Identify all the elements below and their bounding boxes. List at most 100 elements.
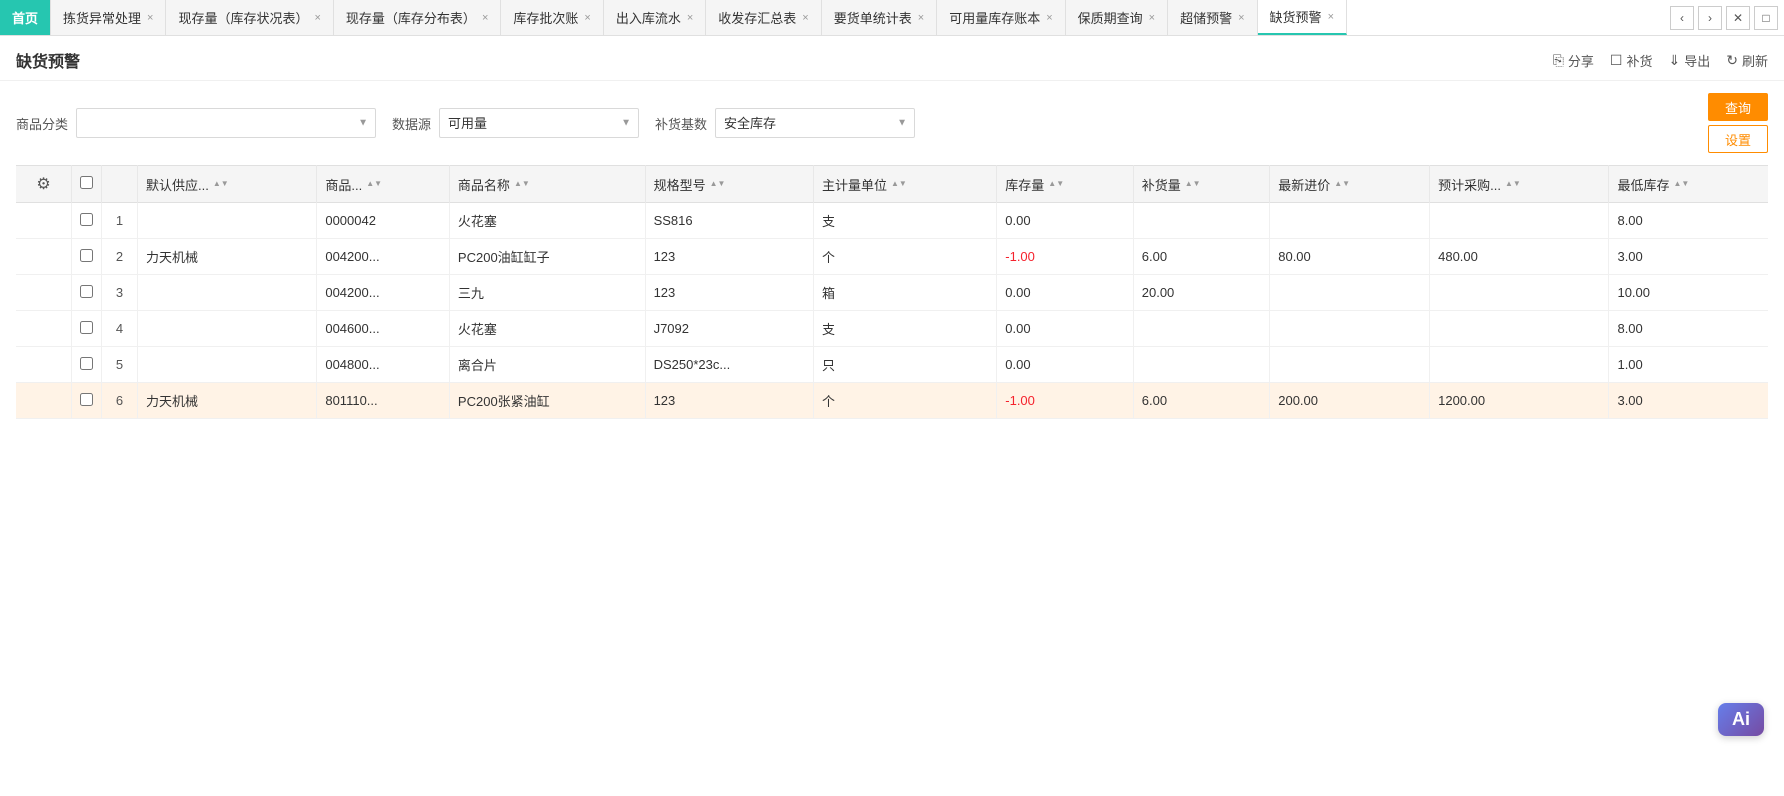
tab-3-close[interactable]: ×	[482, 12, 488, 24]
export-button[interactable]: ⇓ 导出	[1669, 51, 1711, 70]
col-header-latest-price[interactable]: 最新进价 ▲▼	[1270, 166, 1430, 203]
row-product-name: 三九	[449, 275, 645, 311]
col-product-code-label: 商品...	[325, 175, 362, 194]
sort-min-stock[interactable]: 最低库存 ▲▼	[1617, 175, 1689, 194]
sort-product-name[interactable]: 商品名称 ▲▼	[458, 175, 530, 194]
row-checkbox-cell[interactable]	[71, 347, 101, 383]
tab-1[interactable]: 拣货异常处理 ×	[51, 0, 166, 35]
share-button[interactable]: ⎘ 分享	[1553, 51, 1594, 70]
sort-replenish[interactable]: 补货量 ▲▼	[1142, 175, 1201, 194]
tab-8[interactable]: 可用量库存账本 ×	[937, 0, 1065, 35]
row-product-code: 004600...	[317, 311, 450, 347]
row-checkbox-2[interactable]	[80, 285, 93, 298]
col-header-min-stock[interactable]: 最低库存 ▲▼	[1609, 166, 1768, 203]
tab-fullscreen[interactable]: □	[1754, 6, 1778, 30]
tab-6-close[interactable]: ×	[802, 12, 808, 24]
row-est-purchase: 480.00	[1430, 239, 1609, 275]
sort-arrows-spec: ▲▼	[710, 180, 726, 188]
tab-7-close[interactable]: ×	[918, 12, 924, 24]
sort-product-code[interactable]: 商品... ▲▼	[325, 175, 382, 194]
tab-8-close[interactable]: ×	[1046, 12, 1052, 24]
tab-10[interactable]: 超储预警 ×	[1168, 0, 1257, 35]
tab-1-close[interactable]: ×	[147, 12, 153, 24]
tab-home-label: 首页	[12, 8, 38, 27]
sort-supplier[interactable]: 默认供应... ▲▼	[146, 175, 229, 194]
row-checkbox-cell[interactable]	[71, 239, 101, 275]
table-container: ⚙ 默认供应... ▲▼ 商品...	[0, 165, 1784, 419]
settings-button[interactable]: 设置	[1708, 125, 1768, 153]
tab-home[interactable]: 首页	[0, 0, 51, 35]
col-supplier-label: 默认供应...	[146, 175, 209, 194]
row-checkbox-cell[interactable]	[71, 275, 101, 311]
row-checkbox-cell[interactable]	[71, 203, 101, 239]
col-header-num	[101, 166, 137, 203]
share-label: 分享	[1568, 51, 1594, 70]
row-num: 3	[101, 275, 137, 311]
row-checkbox-1[interactable]	[80, 249, 93, 262]
col-header-product-name[interactable]: 商品名称 ▲▼	[449, 166, 645, 203]
tab-11-close[interactable]: ×	[1328, 11, 1334, 23]
refresh-button[interactable]: ↻ 刷新	[1726, 51, 1768, 70]
share-icon: ⎘	[1553, 52, 1564, 69]
col-header-stock[interactable]: 库存量 ▲▼	[997, 166, 1133, 203]
tab-2-close[interactable]: ×	[314, 12, 320, 24]
tab-7[interactable]: 要货单统计表 ×	[822, 0, 937, 35]
tab-6[interactable]: 收发存汇总表 ×	[706, 0, 821, 35]
replenish-button[interactable]: ☐ 补货	[1610, 51, 1653, 70]
row-min-stock: 3.00	[1609, 383, 1768, 419]
query-button[interactable]: 查询	[1708, 93, 1768, 121]
col-header-product-code[interactable]: 商品... ▲▼	[317, 166, 450, 203]
row-gear-cell	[16, 383, 71, 419]
sort-est-purchase[interactable]: 预计采购... ▲▼	[1438, 175, 1521, 194]
filter-actions: 查询 设置	[1708, 93, 1768, 153]
tab-10-close[interactable]: ×	[1238, 12, 1244, 24]
row-unit: 箱	[814, 275, 997, 311]
sort-unit[interactable]: 主计量单位 ▲▼	[822, 175, 907, 194]
row-checkbox-0[interactable]	[80, 213, 93, 226]
sort-stock[interactable]: 库存量 ▲▼	[1005, 175, 1064, 194]
col-spec-label: 规格型号	[654, 175, 706, 194]
row-checkbox-5[interactable]	[80, 393, 93, 406]
row-est-purchase	[1430, 275, 1609, 311]
row-checkbox-3[interactable]	[80, 321, 93, 334]
replenish-base-select-wrapper: 安全库存	[715, 108, 915, 138]
tab-scroll-right[interactable]: ›	[1698, 6, 1722, 30]
category-select[interactable]	[76, 108, 376, 138]
replenish-label: 补货	[1626, 51, 1652, 70]
sort-arrows-supplier: ▲▼	[213, 180, 229, 188]
tab-3[interactable]: 现存量（库存分布表） ×	[334, 0, 501, 35]
tab-close-current[interactable]: ✕	[1726, 6, 1750, 30]
tab-5[interactable]: 出入库流水 ×	[604, 0, 706, 35]
col-header-spec[interactable]: 规格型号 ▲▼	[645, 166, 813, 203]
row-est-purchase	[1430, 347, 1609, 383]
col-unit-label: 主计量单位	[822, 175, 887, 194]
col-header-unit[interactable]: 主计量单位 ▲▼	[814, 166, 997, 203]
tab-scroll-left[interactable]: ‹	[1670, 6, 1694, 30]
tab-9[interactable]: 保质期查询 ×	[1066, 0, 1168, 35]
row-est-purchase	[1430, 203, 1609, 239]
tab-5-close[interactable]: ×	[687, 12, 693, 24]
row-product-code: 801110...	[317, 383, 450, 419]
tab-9-close[interactable]: ×	[1149, 12, 1155, 24]
tab-4-close[interactable]: ×	[584, 12, 590, 24]
gear-settings-icon[interactable]: ⚙	[36, 176, 50, 193]
select-all-checkbox[interactable]	[80, 176, 93, 189]
tab-4[interactable]: 库存批次账 ×	[501, 0, 603, 35]
col-header-est-purchase[interactable]: 预计采购... ▲▼	[1430, 166, 1609, 203]
page-header: 缺货预警 ⎘ 分享 ☐ 补货 ⇓ 导出 ↻ 刷新	[0, 36, 1784, 81]
ai-assistant-button[interactable]: Ai	[1718, 703, 1764, 736]
col-header-gear: ⚙	[16, 166, 71, 203]
row-checkbox-cell[interactable]	[71, 311, 101, 347]
row-checkbox-cell[interactable]	[71, 383, 101, 419]
sort-latest-price[interactable]: 最新进价 ▲▼	[1278, 175, 1350, 194]
replenish-base-select[interactable]: 安全库存	[715, 108, 915, 138]
datasource-select[interactable]: 可用量	[439, 108, 639, 138]
tab-11[interactable]: 缺货预警 ×	[1258, 0, 1347, 35]
col-header-replenish[interactable]: 补货量 ▲▼	[1133, 166, 1269, 203]
sort-spec[interactable]: 规格型号 ▲▼	[654, 175, 726, 194]
col-header-supplier[interactable]: 默认供应... ▲▼	[137, 166, 316, 203]
row-gear-cell	[16, 311, 71, 347]
row-checkbox-4[interactable]	[80, 357, 93, 370]
datasource-filter-group: 数据源 可用量	[392, 108, 639, 138]
tab-2[interactable]: 现存量（库存状况表） ×	[166, 0, 333, 35]
